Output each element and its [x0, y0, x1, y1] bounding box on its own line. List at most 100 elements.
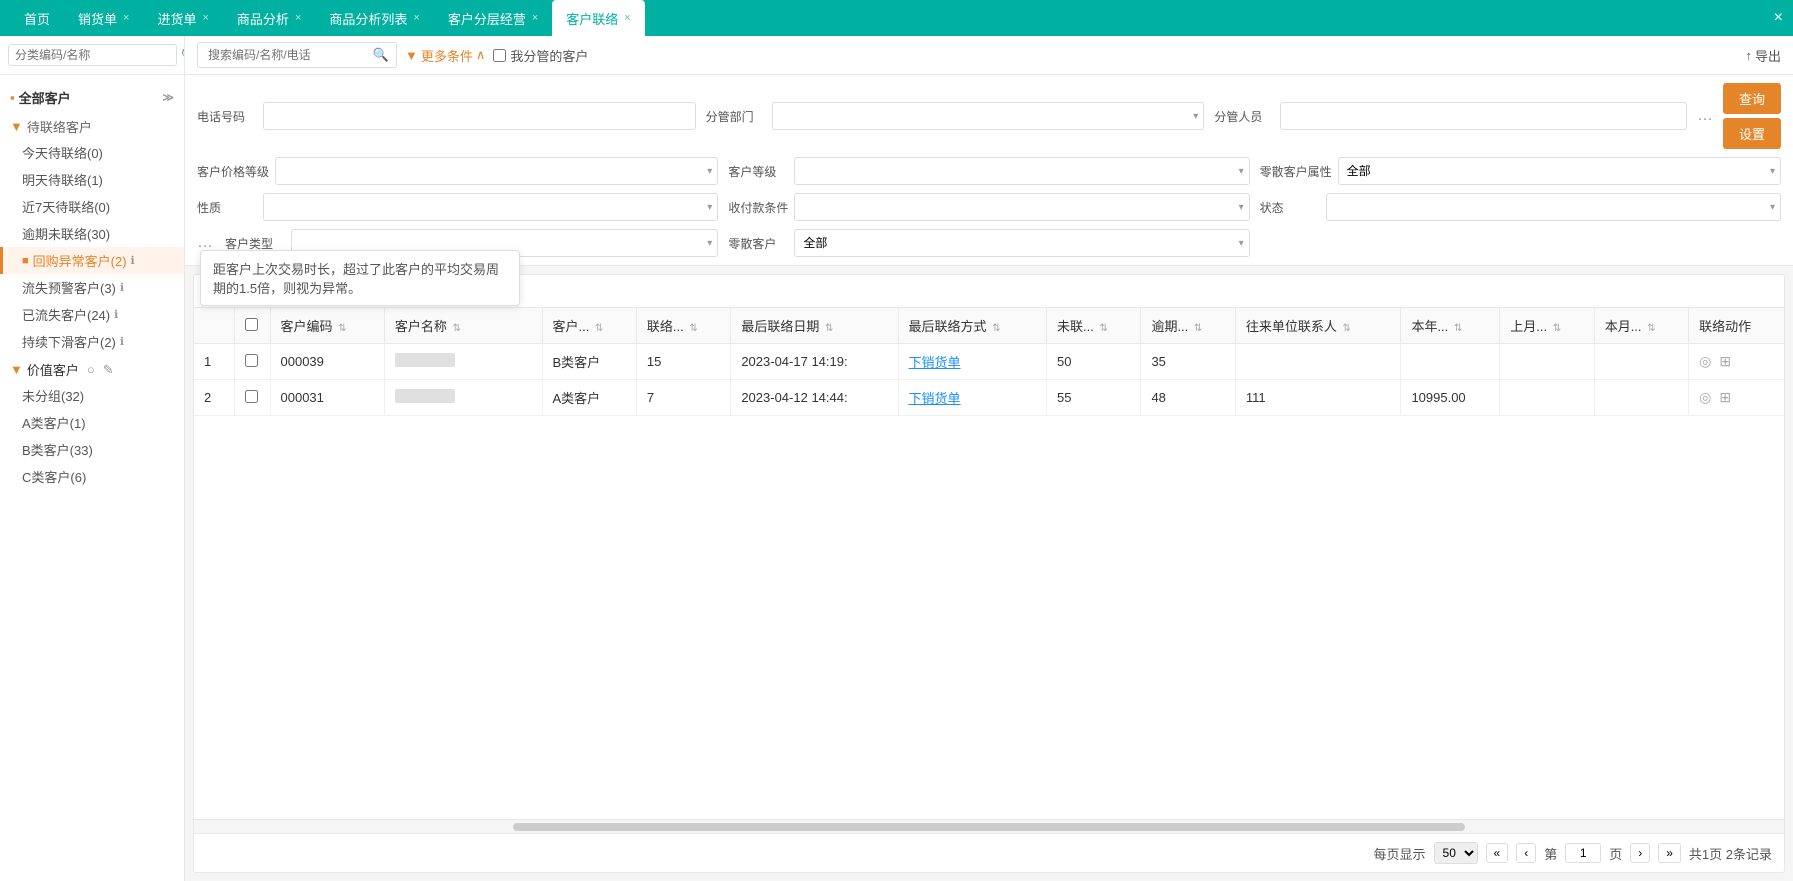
row1-more-icon[interactable]: ⊞: [1719, 353, 1731, 370]
sidebar-item-7days-label: 近7天待联络(0): [22, 197, 110, 216]
sidebar-item-tomorrow[interactable]: 明天待联络(1): [0, 166, 184, 193]
my-customers-checkbox-label[interactable]: 我分管的客户: [493, 46, 588, 65]
nav-tab-customer-contact-close[interactable]: ×: [624, 12, 630, 24]
sidebar-all-customers[interactable]: ▪ 全部客户 ≫: [0, 83, 184, 112]
sidebar-item-churn-warning[interactable]: 流失预警客户(3) ℹ: [0, 274, 184, 301]
customer-grade-select[interactable]: [794, 157, 1249, 185]
sidebar-item-ungrouped[interactable]: 未分组(32): [0, 382, 184, 409]
page-number-input[interactable]: [1565, 843, 1601, 863]
gender-select[interactable]: [263, 193, 718, 221]
nav-tab-home[interactable]: 首页: [10, 0, 64, 36]
manager-input[interactable]: [1280, 102, 1687, 130]
table-scroll[interactable]: 客户编码 ⇅ 客户名称 ⇅ 客户... ⇅: [194, 308, 1784, 819]
export-button[interactable]: ↑ 导出: [1745, 46, 1781, 65]
col-last-contact-date-sort-icon[interactable]: ⇅: [825, 323, 833, 334]
prev-page-button[interactable]: ‹: [1516, 843, 1536, 863]
col-overdue-sort-icon[interactable]: ⇅: [1194, 323, 1202, 334]
nav-tab-product-analysis-list-close[interactable]: ×: [413, 12, 419, 24]
sidebar-search-input[interactable]: [8, 44, 177, 66]
my-customers-checkbox[interactable]: [493, 49, 506, 62]
nav-tab-purchase[interactable]: 进货单 ×: [143, 0, 222, 36]
col-contact-sort-icon[interactable]: ⇅: [689, 323, 697, 334]
status-select[interactable]: [1326, 193, 1781, 221]
sidebar-item-churned[interactable]: 已流失客户(24) ℹ: [0, 301, 184, 328]
first-page-button[interactable]: «: [1486, 843, 1509, 863]
nav-tab-sales-close[interactable]: ×: [123, 12, 129, 24]
row1-checkbox[interactable]: [245, 354, 258, 367]
col-this-month-sort-icon[interactable]: ⇅: [1647, 323, 1655, 334]
retail-customer-select[interactable]: 全部: [794, 229, 1249, 257]
sidebar-value-group-settings-icon[interactable]: ✎: [103, 362, 114, 378]
sidebar-item-today[interactable]: 今天待联络(0): [0, 139, 184, 166]
sidebar-value-group-header[interactable]: ▼ 价值客户 ○ ✎: [0, 355, 184, 382]
nav-tab-product-analysis-list[interactable]: 商品分析列表 ×: [315, 0, 433, 36]
nav-tab-sales[interactable]: 销货单 ×: [64, 0, 143, 36]
row2-checkbox[interactable]: [245, 390, 258, 403]
nav-tab-purchase-close[interactable]: ×: [202, 12, 208, 24]
filter-search-icon[interactable]: 🔍: [373, 47, 389, 63]
sidebar-item-declining[interactable]: 持续下滑客户(2) ℹ: [0, 328, 184, 355]
nav-tab-product-analysis[interactable]: 商品分析 ×: [223, 0, 315, 36]
col-code-sort-icon[interactable]: ⇅: [338, 323, 346, 334]
last-page-button[interactable]: »: [1658, 843, 1681, 863]
nav-tab-customer-segment[interactable]: 客户分层经营 ×: [434, 0, 552, 36]
sidebar-item-7days[interactable]: 近7天待联络(0): [0, 193, 184, 220]
col-last-month-sort-icon[interactable]: ⇅: [1553, 323, 1561, 334]
row2-last-contact-method-link[interactable]: 下销货单: [909, 391, 961, 406]
filter-search-input[interactable]: [197, 42, 397, 68]
info-icon-repurchase[interactable]: ℹ: [131, 254, 135, 267]
sidebar-item-tomorrow-label: 明天待联络(1): [22, 170, 103, 189]
sidebar-item-ungrouped-label: 未分组(32): [22, 386, 84, 405]
row1-index: 1: [194, 344, 234, 380]
nav-tab-customer-contact[interactable]: 客户联络 ×: [552, 0, 644, 36]
sidebar-value-group-edit-icon[interactable]: ○: [87, 362, 95, 377]
manager-more-icon[interactable]: …: [1697, 107, 1713, 125]
sidebar-item-a-class[interactable]: A类客户(1): [0, 409, 184, 436]
dept-label: 分管部门: [706, 108, 766, 125]
info-icon-churned[interactable]: ℹ: [114, 308, 118, 321]
col-contact-person-sort-icon[interactable]: ⇅: [1342, 323, 1350, 334]
dept-select[interactable]: [772, 102, 1205, 130]
row1-view-icon[interactable]: ◎: [1699, 353, 1711, 370]
window-close-button[interactable]: ×: [1774, 9, 1783, 27]
retail-attr-select[interactable]: 全部: [1338, 157, 1781, 185]
sidebar-item-c-class[interactable]: C类客户(6): [0, 463, 184, 490]
settings-button[interactable]: 设置: [1723, 118, 1781, 149]
payment-select[interactable]: [794, 193, 1249, 221]
query-button[interactable]: 查询: [1723, 83, 1781, 114]
col-this-year-label: 本年...: [1411, 319, 1448, 334]
horizontal-scrollbar[interactable]: [194, 819, 1784, 833]
col-customer-type-sort-icon[interactable]: ⇅: [595, 323, 603, 334]
col-name-sort-icon[interactable]: ⇅: [452, 323, 460, 334]
col-contact-person-label: 往来单位联系人: [1246, 319, 1337, 334]
row2-last-contact-method[interactable]: 下销货单: [898, 380, 1047, 416]
next-page-button[interactable]: ›: [1630, 843, 1650, 863]
select-all-checkbox[interactable]: [245, 318, 258, 331]
phone-input[interactable]: [263, 102, 696, 130]
filter-icon: ▼: [405, 48, 418, 63]
info-icon-churn-warning[interactable]: ℹ: [120, 281, 124, 294]
col-index: [194, 308, 234, 344]
sidebar-group-pending[interactable]: ▼ 待联络客户: [0, 112, 184, 139]
sidebar-item-repurchase-anomaly[interactable]: ■ 回购异常客户(2) ℹ: [0, 247, 184, 274]
price-grade-select[interactable]: [275, 157, 718, 185]
info-icon-declining[interactable]: ℹ: [120, 335, 124, 348]
table-body: 1 000039 B类客户 15 2023-04-17 14:19:: [194, 344, 1784, 416]
filter-row-1: 电话号码 分管部门 ▾ 分管人员 … 查询 设置: [197, 83, 1781, 149]
scrollbar-thumb[interactable]: [513, 823, 1465, 831]
row2-more-icon[interactable]: ⊞: [1719, 389, 1731, 406]
row2-view-icon[interactable]: ◎: [1699, 389, 1711, 406]
col-last-contact-method-sort-icon[interactable]: ⇅: [992, 323, 1000, 334]
col-this-year-sort-icon[interactable]: ⇅: [1454, 323, 1462, 334]
row1-last-contact-method-link[interactable]: 下销货单: [909, 355, 961, 370]
sidebar-item-overdue[interactable]: 逾期未联络(30): [0, 220, 184, 247]
per-page-select[interactable]: 50: [1434, 842, 1478, 864]
sidebar-item-b-class[interactable]: B类客户(33): [0, 436, 184, 463]
nav-tab-product-analysis-close[interactable]: ×: [295, 12, 301, 24]
nav-tab-customer-segment-close[interactable]: ×: [532, 12, 538, 24]
row1-last-contact-method[interactable]: 下销货单: [898, 344, 1047, 380]
row1-unread: 50: [1047, 344, 1141, 380]
col-unread-sort-icon[interactable]: ⇅: [1100, 323, 1108, 334]
payment-select-wrap: ▾: [794, 193, 1249, 221]
more-conditions-button[interactable]: ▼ 更多条件 ∧: [405, 46, 485, 65]
